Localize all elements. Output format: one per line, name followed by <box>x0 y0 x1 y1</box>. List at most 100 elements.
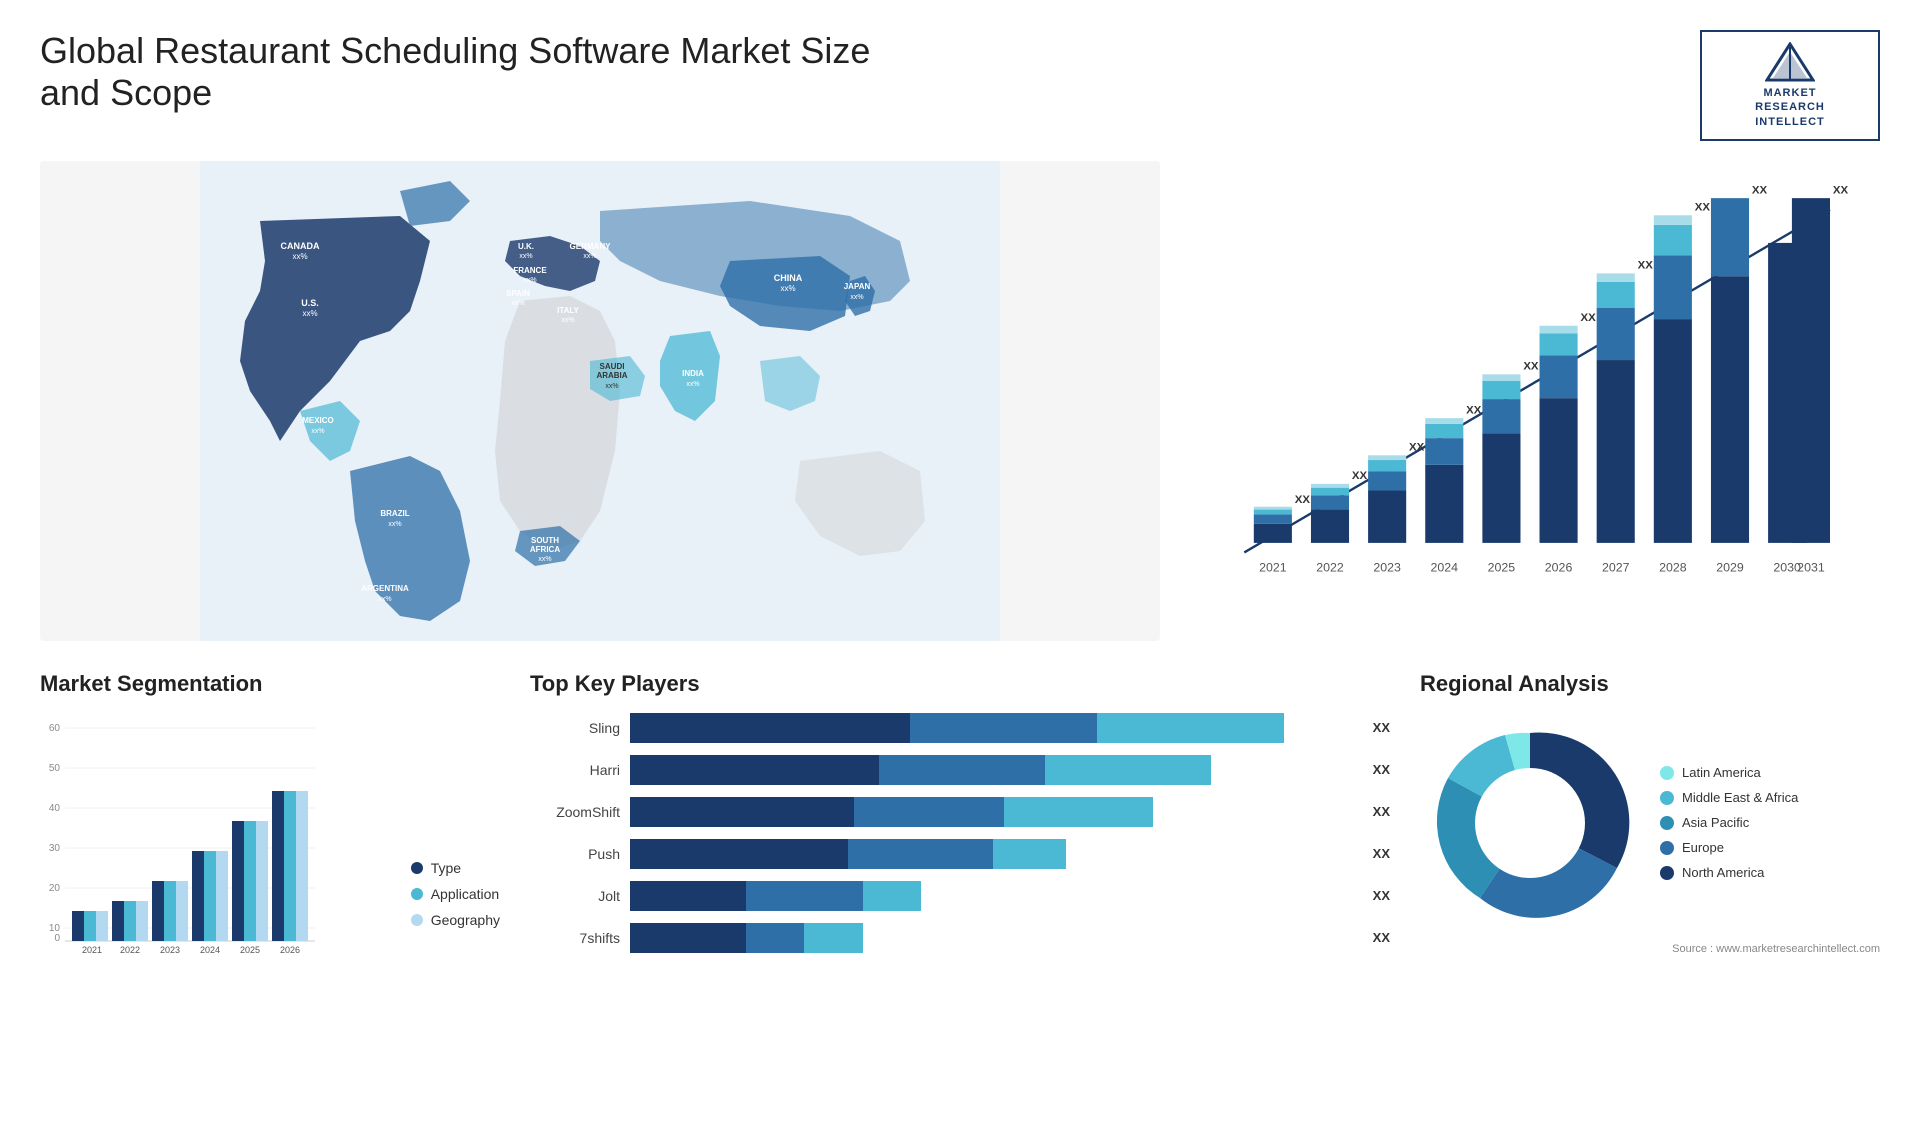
svg-text:xx%: xx% <box>686 381 699 388</box>
svg-text:2026: 2026 <box>280 945 300 953</box>
segmentation-chart: 60 50 40 30 20 10 0 <box>40 713 391 958</box>
svg-text:GERMANY: GERMANY <box>570 242 612 251</box>
svg-text:2022: 2022 <box>1316 560 1344 574</box>
bottom-section: Market Segmentation 60 50 40 30 20 10 0 <box>40 671 1880 958</box>
geo-dot <box>411 914 423 926</box>
svg-text:BRAZIL: BRAZIL <box>380 509 409 518</box>
player-xx-harri: XX <box>1373 762 1390 777</box>
svg-text:JAPAN: JAPAN <box>844 282 871 291</box>
players-list: Sling XX Harri <box>530 713 1390 953</box>
bar-seg1 <box>630 797 854 827</box>
bar-seg3 <box>1097 713 1284 743</box>
legend-na: North America <box>1660 865 1798 880</box>
bar-seg1 <box>630 881 746 911</box>
svg-text:2021: 2021 <box>1259 560 1287 574</box>
svg-text:XX: XX <box>1466 404 1482 416</box>
player-xx-jolt: XX <box>1373 888 1390 903</box>
player-row-jolt: Jolt XX <box>530 881 1390 911</box>
bar-seg3 <box>1045 755 1211 785</box>
latin-label: Latin America <box>1682 765 1761 780</box>
na-label: North America <box>1682 865 1764 880</box>
svg-text:40: 40 <box>49 803 61 814</box>
segmentation-content: 60 50 40 30 20 10 0 <box>40 713 500 958</box>
na-dot <box>1660 866 1674 880</box>
bar-seg2 <box>910 713 1097 743</box>
logo-icon <box>1765 42 1815 82</box>
mea-label: Middle East & Africa <box>1682 790 1798 805</box>
svg-text:2024: 2024 <box>1431 560 1459 574</box>
app-dot <box>411 888 423 900</box>
apac-dot <box>1660 816 1674 830</box>
svg-text:XX: XX <box>1352 470 1368 482</box>
player-name-7shifts: 7shifts <box>530 930 620 946</box>
seg-chart-svg: 60 50 40 30 20 10 0 <box>40 713 320 953</box>
header: Global Restaurant Scheduling Software Ma… <box>40 30 1880 141</box>
svg-text:20: 20 <box>49 883 61 894</box>
bar-seg1 <box>630 923 746 953</box>
legend-item-application: Application <box>411 886 500 902</box>
segmentation-title: Market Segmentation <box>40 671 500 697</box>
growth-chart: 2021 XX 2022 XX 2023 XX 2024 XX <box>1180 161 1880 641</box>
svg-text:ARABIA: ARABIA <box>596 371 627 380</box>
player-row-harri: Harri XX <box>530 755 1390 785</box>
player-xx-zoomshift: XX <box>1373 804 1390 819</box>
bar-seg3 <box>804 923 862 953</box>
apac-label: Asia Pacific <box>1682 815 1749 830</box>
donut-svg <box>1420 713 1640 933</box>
svg-text:xx%: xx% <box>511 300 524 307</box>
svg-text:XX: XX <box>1695 201 1711 213</box>
legend-latin: Latin America <box>1660 765 1798 780</box>
player-xx-sling: XX <box>1373 720 1390 735</box>
svg-text:ARGENTINA: ARGENTINA <box>361 584 409 593</box>
svg-text:xx%: xx% <box>311 428 324 435</box>
svg-text:XX: XX <box>1638 260 1654 272</box>
svg-text:xx%: xx% <box>850 294 863 301</box>
player-bar-sling <box>630 713 1357 743</box>
svg-text:XX: XX <box>1833 184 1849 196</box>
svg-text:60: 60 <box>49 723 61 734</box>
player-name-jolt: Jolt <box>530 888 620 904</box>
svg-text:AFRICA: AFRICA <box>530 545 560 554</box>
latin-dot <box>1660 766 1674 780</box>
svg-text:2025: 2025 <box>1488 560 1516 574</box>
svg-text:xx%: xx% <box>378 596 391 603</box>
svg-text:2021: 2021 <box>82 945 102 953</box>
svg-text:50: 50 <box>49 763 61 774</box>
europe-dot <box>1660 841 1674 855</box>
svg-text:xx%: xx% <box>523 277 536 284</box>
bar-seg2 <box>746 881 862 911</box>
svg-text:U.S.: U.S. <box>301 298 319 308</box>
svg-text:U.K.: U.K. <box>518 242 534 251</box>
svg-text:2027: 2027 <box>1602 560 1630 574</box>
regional-content: Latin America Middle East & Africa Asia … <box>1420 713 1880 933</box>
donut-chart <box>1420 713 1640 933</box>
svg-text:xx%: xx% <box>538 556 551 563</box>
player-row-push: Push XX <box>530 839 1390 869</box>
svg-text:XX: XX <box>1580 312 1596 324</box>
growth-chart-svg: 2021 XX 2022 XX 2023 XX 2024 XX <box>1200 181 1860 581</box>
regional-legend: Latin America Middle East & Africa Asia … <box>1660 765 1798 880</box>
legend-mea: Middle East & Africa <box>1660 790 1798 805</box>
svg-text:2022: 2022 <box>120 945 140 953</box>
legend-europe: Europe <box>1660 840 1798 855</box>
svg-text:2029: 2029 <box>1716 560 1744 574</box>
svg-text:XX: XX <box>1752 184 1768 196</box>
svg-text:INDIA: INDIA <box>682 369 704 378</box>
svg-text:xx%: xx% <box>605 383 618 390</box>
svg-text:2024: 2024 <box>200 945 220 953</box>
world-map: CANADA xx% U.S. xx% MEXICO xx% BRAZIL xx… <box>40 161 1160 641</box>
svg-text:xx%: xx% <box>519 253 532 260</box>
player-xx-7shifts: XX <box>1373 930 1390 945</box>
svg-text:XX: XX <box>1523 360 1539 372</box>
svg-text:XX: XX <box>1409 441 1425 453</box>
map-svg: CANADA xx% U.S. xx% MEXICO xx% BRAZIL xx… <box>40 161 1160 641</box>
player-row-7shifts: 7shifts XX <box>530 923 1390 953</box>
regional-title: Regional Analysis <box>1420 671 1880 697</box>
player-bar-harri <box>630 755 1357 785</box>
svg-text:SPAIN: SPAIN <box>506 289 530 298</box>
svg-text:XX: XX <box>1295 494 1311 506</box>
player-bar-7shifts <box>630 923 1357 953</box>
svg-text:SOUTH: SOUTH <box>531 536 559 545</box>
bar-seg1 <box>630 713 910 743</box>
bar-seg3 <box>1004 797 1153 827</box>
